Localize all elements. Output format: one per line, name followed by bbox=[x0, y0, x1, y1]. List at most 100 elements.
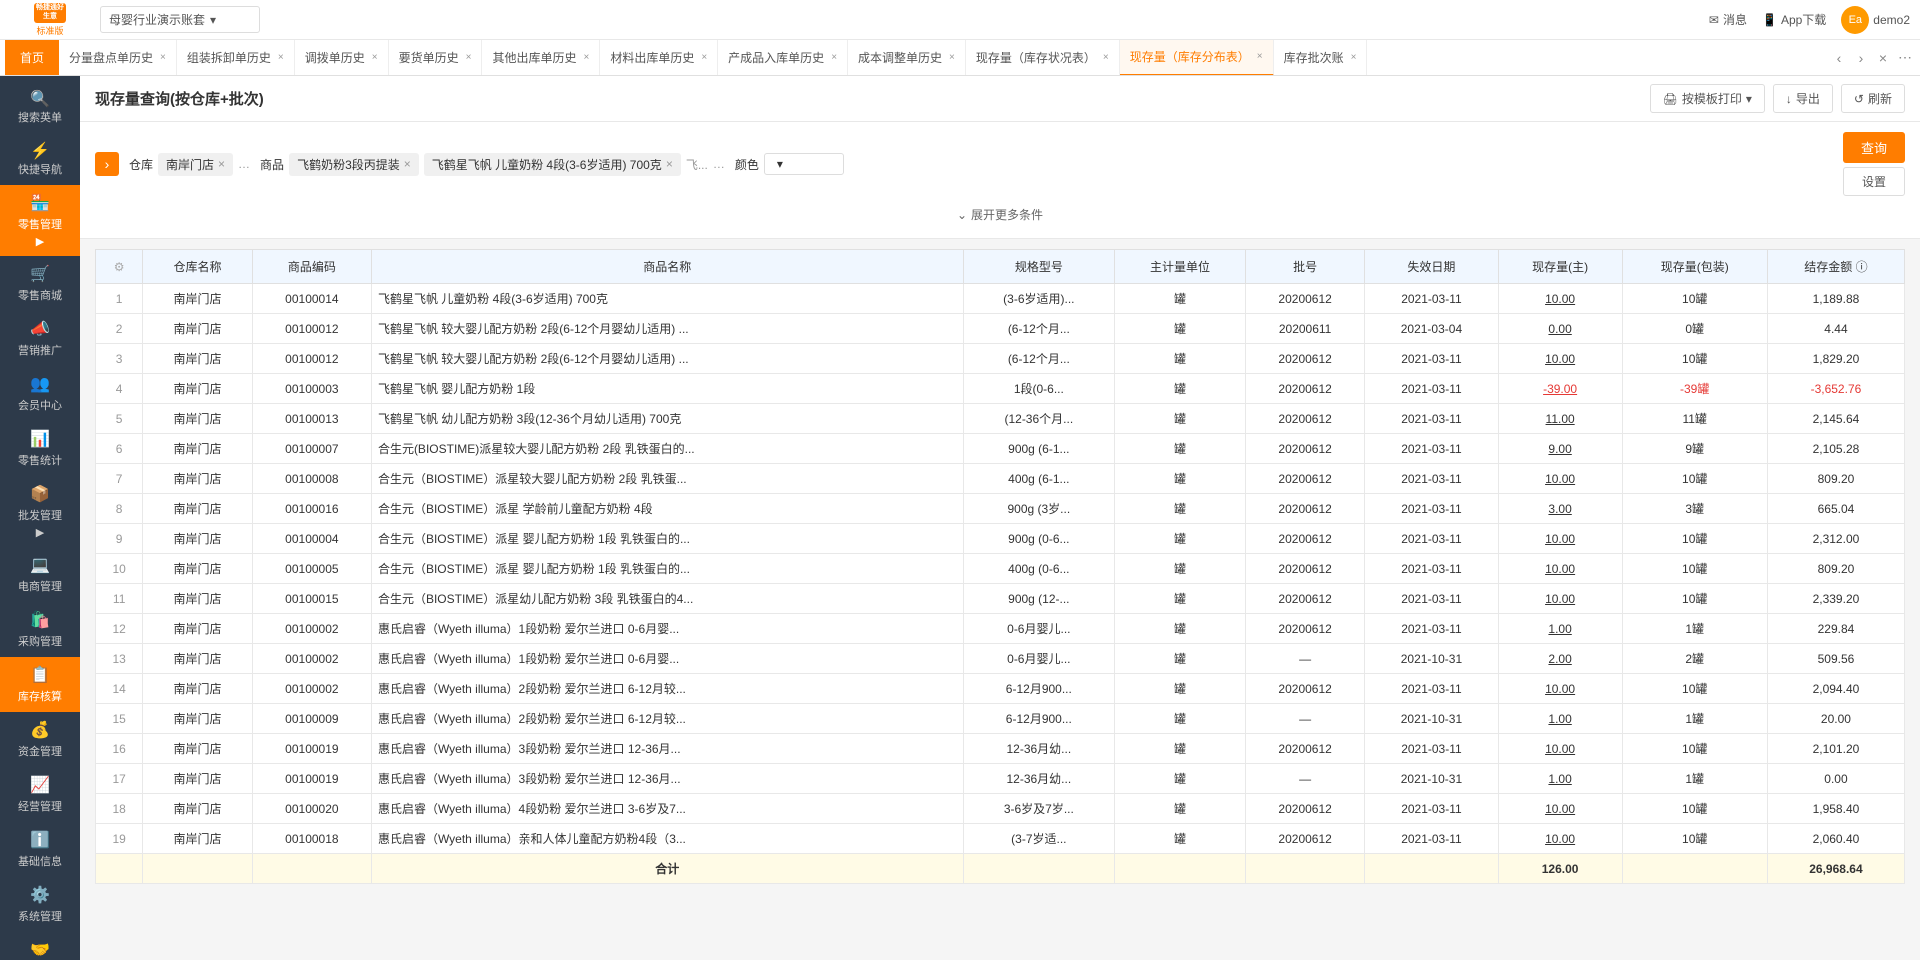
tab-4[interactable]: 要货单历史 × bbox=[389, 40, 483, 76]
tab-8[interactable]: 成本调整单历史 × bbox=[848, 40, 966, 76]
avatar: Ea bbox=[1841, 6, 1869, 34]
row-qty-main[interactable]: 1.00 bbox=[1498, 704, 1622, 734]
sidebar-item-retailshop[interactable]: 🛒 零售商城 bbox=[0, 256, 80, 311]
filter-expand-btn[interactable]: › bbox=[95, 152, 119, 176]
tab-11[interactable]: 库存批次账 × bbox=[1274, 40, 1368, 76]
close-icon[interactable]: × bbox=[1351, 52, 1357, 63]
row-qty-main[interactable]: 1.00 bbox=[1498, 764, 1622, 794]
tab-5[interactable]: 其他出库单历史 × bbox=[482, 40, 600, 76]
sidebar-item-retail[interactable]: 🏪 零售管理 ▶ bbox=[0, 185, 80, 256]
tab-close-all-btn[interactable]: × bbox=[1873, 48, 1893, 68]
tab-3[interactable]: 调拨单历史 × bbox=[295, 40, 389, 76]
shop-icon: 🛒 bbox=[30, 264, 50, 284]
close-icon[interactable]: × bbox=[372, 52, 378, 63]
row-qty-main[interactable]: 10.00 bbox=[1498, 674, 1622, 704]
sidebar-item-inventory[interactable]: 📋 库存核算 bbox=[0, 657, 80, 712]
sidebar-item-ecommerce[interactable]: 💻 电商管理 bbox=[0, 547, 80, 602]
sidebar-item-finance[interactable]: 💰 资金管理 bbox=[0, 712, 80, 767]
close-icon[interactable]: × bbox=[160, 52, 166, 63]
row-qty-main[interactable]: 9.00 bbox=[1498, 434, 1622, 464]
close-icon[interactable]: × bbox=[1103, 52, 1109, 63]
row-qty-main[interactable]: 10.00 bbox=[1498, 584, 1622, 614]
tab-2[interactable]: 组装拆卸单历史 × bbox=[177, 40, 295, 76]
sidebar-item-marketing[interactable]: 📣 营销推广 bbox=[0, 311, 80, 366]
goods-tag-2-remove[interactable]: × bbox=[666, 157, 673, 171]
close-icon[interactable]: × bbox=[278, 52, 284, 63]
inventory-icon: 📋 bbox=[30, 665, 50, 685]
download-btn[interactable]: 📱 App下载 bbox=[1762, 11, 1826, 28]
export-button[interactable]: ↓ 导出 bbox=[1773, 84, 1833, 113]
row-spec: (3-6岁适用)... bbox=[963, 284, 1114, 314]
query-button[interactable]: 查询 bbox=[1843, 132, 1905, 163]
row-qty-main[interactable]: 11.00 bbox=[1498, 404, 1622, 434]
tab-next-btn[interactable]: › bbox=[1851, 48, 1871, 68]
row-qty-main[interactable]: 3.00 bbox=[1498, 494, 1622, 524]
row-qty-main[interactable]: -39.00 bbox=[1498, 374, 1622, 404]
sidebar-item-quicknav[interactable]: ⚡ 快捷导航 bbox=[0, 133, 80, 185]
row-qty-main[interactable]: 10.00 bbox=[1498, 734, 1622, 764]
user-avatar[interactable]: Ea demo2 bbox=[1841, 6, 1910, 34]
row-batch: 20200612 bbox=[1246, 374, 1365, 404]
row-batch: 20200612 bbox=[1246, 614, 1365, 644]
row-code: 00100020 bbox=[252, 794, 371, 824]
row-qty-main[interactable]: 1.00 bbox=[1498, 614, 1622, 644]
row-spec: 6-12月900... bbox=[963, 704, 1114, 734]
row-qty-main[interactable]: 0.00 bbox=[1498, 314, 1622, 344]
sidebar-item-retailstats[interactable]: 📊 零售统计 bbox=[0, 421, 80, 476]
expand-more-btn[interactable]: ⌄ 展开更多条件 bbox=[952, 201, 1048, 228]
sidebar-item-basicinfo[interactable]: ℹ️ 基础信息 bbox=[0, 822, 80, 877]
table-row: 19 南岸门店 00100018 惠氏启睿（Wyeth illuma）亲和人体儿… bbox=[96, 824, 1905, 854]
tab-home[interactable]: 首页 bbox=[5, 40, 59, 76]
message-btn[interactable]: ✉ 消息 bbox=[1709, 11, 1747, 28]
warehouse-tag[interactable]: 南岸门店 × bbox=[158, 153, 233, 176]
tab-1[interactable]: 分量盘点单历史 × bbox=[59, 40, 177, 76]
row-qty-main[interactable]: 10.00 bbox=[1498, 284, 1622, 314]
goods-more[interactable]: 飞... bbox=[686, 156, 708, 173]
close-icon[interactable]: × bbox=[1257, 51, 1263, 62]
settings-icon[interactable]: ⚙ bbox=[114, 260, 125, 274]
tab-10[interactable]: 现存量（库存分布表） × bbox=[1120, 40, 1274, 76]
warehouse-more[interactable]: … bbox=[238, 157, 250, 171]
row-qty-main[interactable]: 10.00 bbox=[1498, 464, 1622, 494]
sidebar-item-wholesale[interactable]: 📦 批发管理 ▶ bbox=[0, 476, 80, 547]
tab-7[interactable]: 产成品入库单历史 × bbox=[718, 40, 848, 76]
summary-row: 合计 126.00 26,968.64 bbox=[96, 854, 1905, 884]
row-qty-main[interactable]: 10.00 bbox=[1498, 344, 1622, 374]
color-dropdown[interactable]: ▾ bbox=[764, 153, 844, 175]
refresh-button[interactable]: ↺ 刷新 bbox=[1841, 84, 1905, 113]
close-icon[interactable]: × bbox=[949, 52, 955, 63]
close-icon[interactable]: × bbox=[466, 52, 472, 63]
industry-selector[interactable]: 母婴行业演示账套 ▾ bbox=[100, 6, 260, 33]
tab-6[interactable]: 材料出库单历史 × bbox=[600, 40, 718, 76]
goods-ellipsis[interactable]: … bbox=[713, 157, 725, 171]
goods-tag-1[interactable]: 飞鹤奶粉3段丙提装 × bbox=[289, 153, 419, 176]
sidebar-item-purchase[interactable]: 🛍️ 采购管理 bbox=[0, 602, 80, 657]
sidebar-item-member[interactable]: 👥 会员中心 bbox=[0, 366, 80, 421]
warehouse-remove-icon[interactable]: × bbox=[218, 157, 225, 171]
sidebar-item-system[interactable]: ⚙️ 系统管理 bbox=[0, 877, 80, 932]
sidebar-item-search[interactable]: 🔍 搜索英单 bbox=[0, 81, 80, 133]
row-qty-main[interactable]: 10.00 bbox=[1498, 824, 1622, 854]
settings-button[interactable]: 设置 bbox=[1843, 167, 1905, 196]
close-icon[interactable]: × bbox=[701, 52, 707, 63]
row-expire: 2021-03-11 bbox=[1365, 404, 1499, 434]
row-qty-main[interactable]: 10.00 bbox=[1498, 554, 1622, 584]
th-settings[interactable]: ⚙ bbox=[96, 250, 143, 284]
sidebar-item-operations[interactable]: 📈 经营管理 bbox=[0, 767, 80, 822]
table-row: 8 南岸门店 00100016 合生元（BIOSTIME）派星 学龄前儿童配方奶… bbox=[96, 494, 1905, 524]
close-icon[interactable]: × bbox=[831, 52, 837, 63]
goods-tag-1-remove[interactable]: × bbox=[404, 157, 411, 171]
tab-9[interactable]: 现存量（库存状况表） × bbox=[966, 40, 1120, 76]
close-icon[interactable]: × bbox=[583, 52, 589, 63]
row-qty-main[interactable]: 10.00 bbox=[1498, 794, 1622, 824]
row-qty-main[interactable]: 10.00 bbox=[1498, 524, 1622, 554]
row-qty-main[interactable]: 2.00 bbox=[1498, 644, 1622, 674]
row-unit: 罐 bbox=[1115, 764, 1246, 794]
tab-more-btn[interactable]: ⋯ bbox=[1895, 48, 1915, 68]
chevron-down-icon: ▾ bbox=[1746, 92, 1752, 106]
tab-prev-btn[interactable]: ‹ bbox=[1829, 48, 1849, 68]
row-name: 惠氏启睿（Wyeth illuma）1段奶粉 爱尔兰进口 0-6月婴... bbox=[371, 614, 963, 644]
goods-tag-2[interactable]: 飞鹤星飞帆 儿童奶粉 4段(3-6岁适用) 700克 × bbox=[424, 153, 681, 176]
print-button[interactable]: 🖨 按模板打印 ▾ bbox=[1650, 84, 1765, 113]
sidebar-item-cooperation[interactable]: 🤝 企业协同 bbox=[0, 932, 80, 960]
